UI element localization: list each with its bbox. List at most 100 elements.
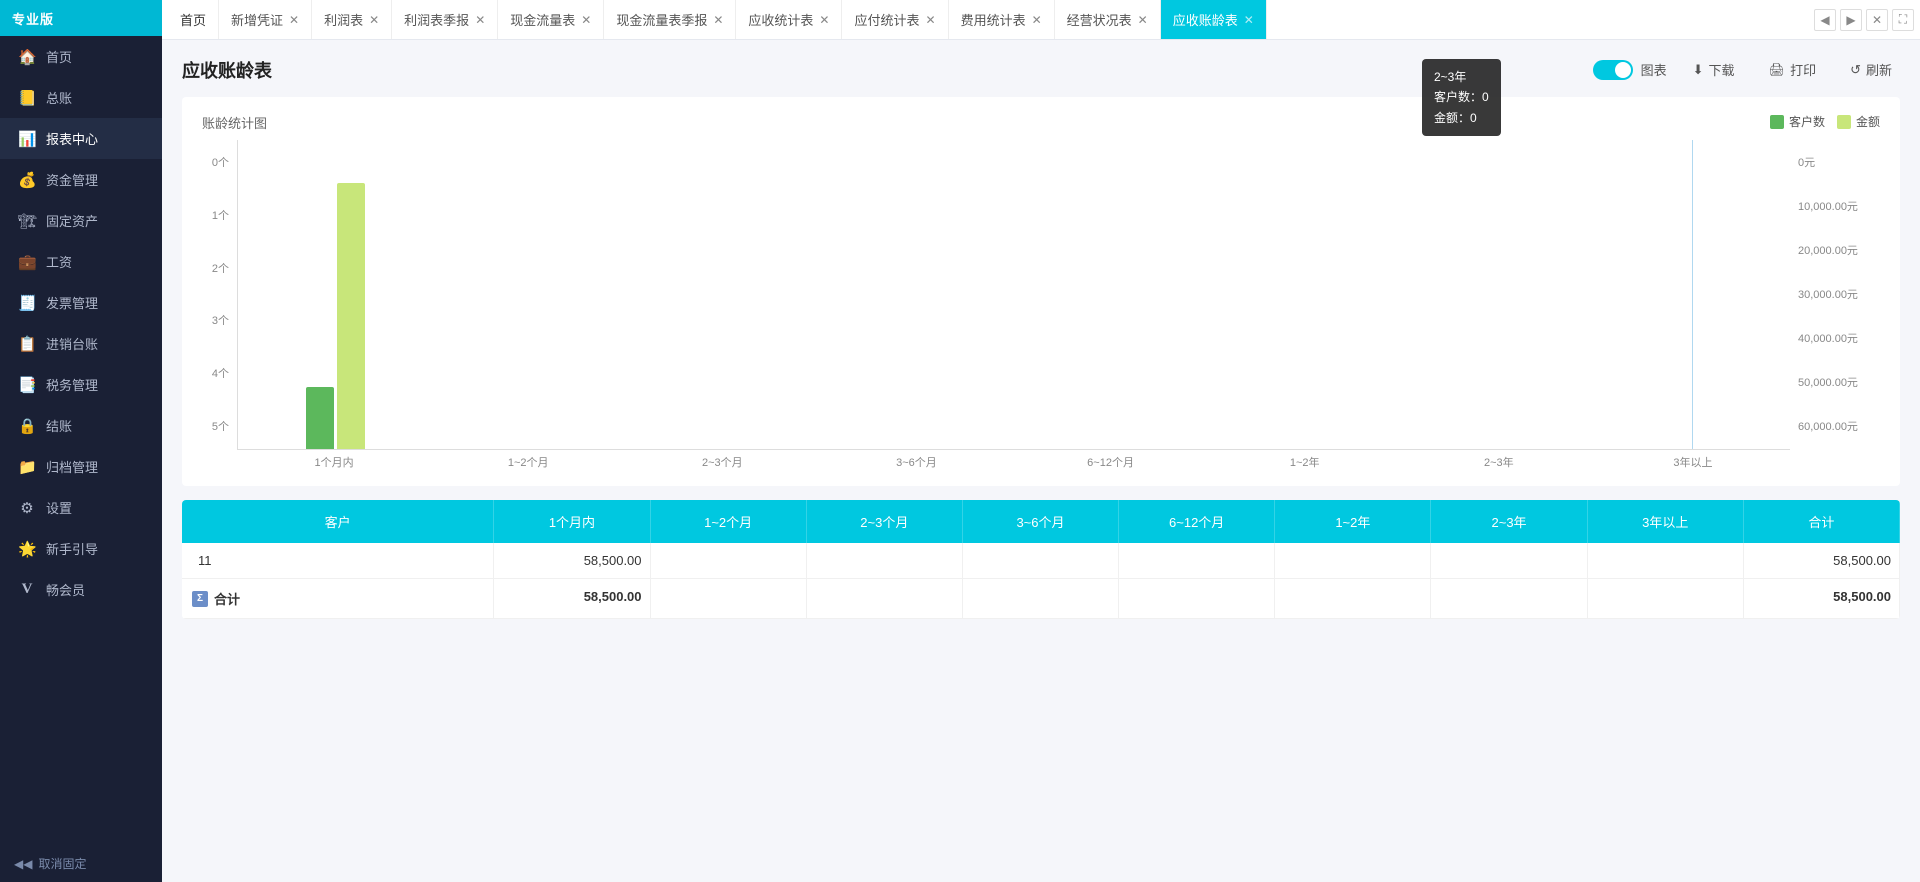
- main-area: 首页 新增凭证 ✕ 利润表 ✕ 利润表季报 ✕ 现金流量表 ✕ 现金流量表季报 …: [162, 0, 1920, 882]
- y-left-3: 3个: [212, 312, 229, 328]
- bar-group-6-12m[interactable]: [1014, 140, 1208, 449]
- td-total-2-3y: [1431, 579, 1587, 618]
- sidebar-item-ledger[interactable]: 📒 总账: [0, 77, 162, 118]
- bar-amount-1m: [337, 183, 365, 449]
- x-label-3-6m: 3~6个月: [819, 454, 1013, 470]
- bar-group-2-3m[interactable]: [626, 140, 820, 449]
- legend-amount-box: [1837, 115, 1851, 129]
- tab-maximize-button[interactable]: ⛶: [1892, 9, 1914, 31]
- y-right-30k: 30,000.00元: [1798, 286, 1858, 302]
- tab-profit-quarter-close[interactable]: ✕: [475, 14, 485, 26]
- sidebar-item-invoice[interactable]: 🧾 发票管理: [0, 282, 162, 323]
- sidebar-item-settings[interactable]: ⚙ 设置: [0, 487, 162, 528]
- sidebar-item-asset[interactable]: 🏗 固定资产: [0, 200, 162, 241]
- sidebar-item-vip[interactable]: V 畅会员: [0, 569, 162, 610]
- salary-icon: 💼: [18, 253, 36, 271]
- tab-cashflow-quarter[interactable]: 现金流量表季报 ✕: [604, 0, 736, 40]
- archive-icon: 📁: [18, 458, 36, 476]
- print-label: 打印: [1790, 60, 1816, 79]
- sidebar-item-report[interactable]: 📊 报表中心: [0, 118, 162, 159]
- tab-voucher[interactable]: 新增凭证 ✕: [219, 0, 312, 40]
- tab-prev-button[interactable]: ◀: [1814, 9, 1836, 31]
- page-content: 应收账龄表 图表 ⬇ 下载 🖨 打印 ↺ 刷新: [162, 40, 1920, 882]
- tab-close-all-button[interactable]: ✕: [1866, 9, 1888, 31]
- sidebar-item-home[interactable]: 🏠 首页: [0, 36, 162, 77]
- sidebar-pin-toggle[interactable]: ◀◀ 取消固定: [0, 845, 162, 882]
- sidebar-item-label: 新手引导: [46, 539, 98, 558]
- bar-group-1-2y[interactable]: [1208, 140, 1402, 449]
- x-label-1m: 1个月内: [237, 454, 431, 470]
- tab-aging-label: 应收账龄表: [1173, 10, 1238, 29]
- tab-profit-quarter[interactable]: 利润表季报 ✕: [392, 0, 498, 40]
- chart-toggle[interactable]: [1593, 60, 1633, 80]
- bar-group-3yp[interactable]: [1596, 140, 1790, 449]
- tab-cashflow[interactable]: 现金流量表 ✕: [498, 0, 604, 40]
- tab-profit-quarter-label: 利润表季报: [404, 10, 469, 29]
- download-icon: ⬇: [1693, 62, 1704, 78]
- tab-cashflow-label: 现金流量表: [510, 10, 575, 29]
- tab-aging[interactable]: 应收账龄表 ✕: [1161, 0, 1267, 40]
- tab-operations[interactable]: 经营状况表 ✕: [1055, 0, 1161, 40]
- sidebar-item-guide[interactable]: 🌟 新手引导: [0, 528, 162, 569]
- chart-legend: 客户数 金额: [1770, 113, 1880, 130]
- refresh-button[interactable]: ↺ 刷新: [1842, 56, 1900, 83]
- legend-customers: 客户数: [1770, 113, 1825, 130]
- tab-profit-close[interactable]: ✕: [369, 14, 379, 26]
- sidebar-item-close[interactable]: 🔒 结账: [0, 405, 162, 446]
- home-icon: 🏠: [18, 48, 36, 66]
- chart-toggle-label: 图表: [1641, 60, 1667, 79]
- chart-container: 5个 4个 3个 2个 1个 0个: [202, 140, 1880, 470]
- td-total-1-2y: [1275, 579, 1431, 618]
- download-button[interactable]: ⬇ 下载: [1685, 56, 1743, 83]
- tab-cashflow-quarter-close[interactable]: ✕: [713, 14, 723, 26]
- th-3-6m: 3~6个月: [963, 500, 1119, 543]
- table-header: 客户 1个月内 1~2个月 2~3个月 3~6个月 6~12个月 1~2年 2~…: [182, 500, 1900, 543]
- sidebar-item-archive[interactable]: 📁 归档管理: [0, 446, 162, 487]
- tab-operations-close[interactable]: ✕: [1138, 14, 1148, 26]
- tab-next-button[interactable]: ▶: [1840, 9, 1862, 31]
- total-icon: Σ: [192, 591, 208, 607]
- sidebar-item-sales[interactable]: 📋 进销台账: [0, 323, 162, 364]
- chart-toggle-wrap: 图表: [1593, 60, 1667, 80]
- invoice-icon: 🧾: [18, 294, 36, 312]
- refresh-icon: ↺: [1850, 62, 1861, 78]
- y-left-2: 2个: [212, 260, 229, 276]
- tab-payable-stat-close[interactable]: ✕: [926, 14, 936, 26]
- sidebar-item-tax[interactable]: 📑 税务管理: [0, 364, 162, 405]
- tab-voucher-close[interactable]: ✕: [289, 14, 299, 26]
- td-2-3y: [1431, 543, 1587, 578]
- sidebar-item-salary[interactable]: 💼 工资: [0, 241, 162, 282]
- y-right-60k: 60,000.00元: [1798, 418, 1858, 434]
- tab-expense-stat[interactable]: 费用统计表 ✕: [949, 0, 1055, 40]
- download-label: 下载: [1709, 60, 1735, 79]
- x-label-6-12m: 6~12个月: [1014, 454, 1208, 470]
- tab-aging-close[interactable]: ✕: [1244, 14, 1254, 26]
- tab-receivable-stat[interactable]: 应收统计表 ✕: [736, 0, 842, 40]
- table-row: 11 58,500.00 58,500.00: [182, 543, 1900, 579]
- refresh-label: 刷新: [1866, 60, 1892, 79]
- data-table: 客户 1个月内 1~2个月 2~3个月 3~6个月 6~12个月 1~2年 2~…: [182, 500, 1900, 619]
- tab-profit[interactable]: 利润表 ✕: [312, 0, 392, 40]
- tab-cashflow-close[interactable]: ✕: [581, 14, 591, 26]
- bar-customers-1m: [306, 387, 334, 449]
- x-axis: 1个月内 1~2个月 2~3个月 3~6个月 6~12个月 1~2年 2~3年 …: [237, 454, 1790, 470]
- tab-receivable-stat-close[interactable]: ✕: [819, 14, 829, 26]
- th-customer: 客户: [182, 500, 494, 543]
- bar-group-1m[interactable]: [238, 140, 432, 449]
- bar-group-2-3y[interactable]: 2~3年 客户数：0 金额：0: [1402, 140, 1596, 449]
- print-button[interactable]: 🖨 打印: [1761, 56, 1825, 83]
- sidebar-item-fund[interactable]: 💰 资金管理: [0, 159, 162, 200]
- tab-bar: 首页 新增凭证 ✕ 利润表 ✕ 利润表季报 ✕ 现金流量表 ✕ 现金流量表季报 …: [162, 0, 1920, 40]
- y-left-0: 0个: [212, 154, 229, 170]
- bar-group-1-2m[interactable]: [432, 140, 626, 449]
- tab-expense-stat-close[interactable]: ✕: [1032, 14, 1042, 26]
- tab-home[interactable]: 首页: [168, 0, 219, 40]
- y-axis-right: 60,000.00元 50,000.00元 40,000.00元 30,000.…: [1790, 154, 1880, 434]
- tab-payable-stat[interactable]: 应付统计表 ✕: [842, 0, 948, 40]
- td-3yp: [1588, 543, 1744, 578]
- sidebar-item-label: 资金管理: [46, 170, 98, 189]
- y-right-20k: 20,000.00元: [1798, 242, 1858, 258]
- sidebar-item-label: 总账: [46, 88, 72, 107]
- vip-icon: V: [18, 581, 36, 598]
- bar-group-3-6m[interactable]: [820, 140, 1014, 449]
